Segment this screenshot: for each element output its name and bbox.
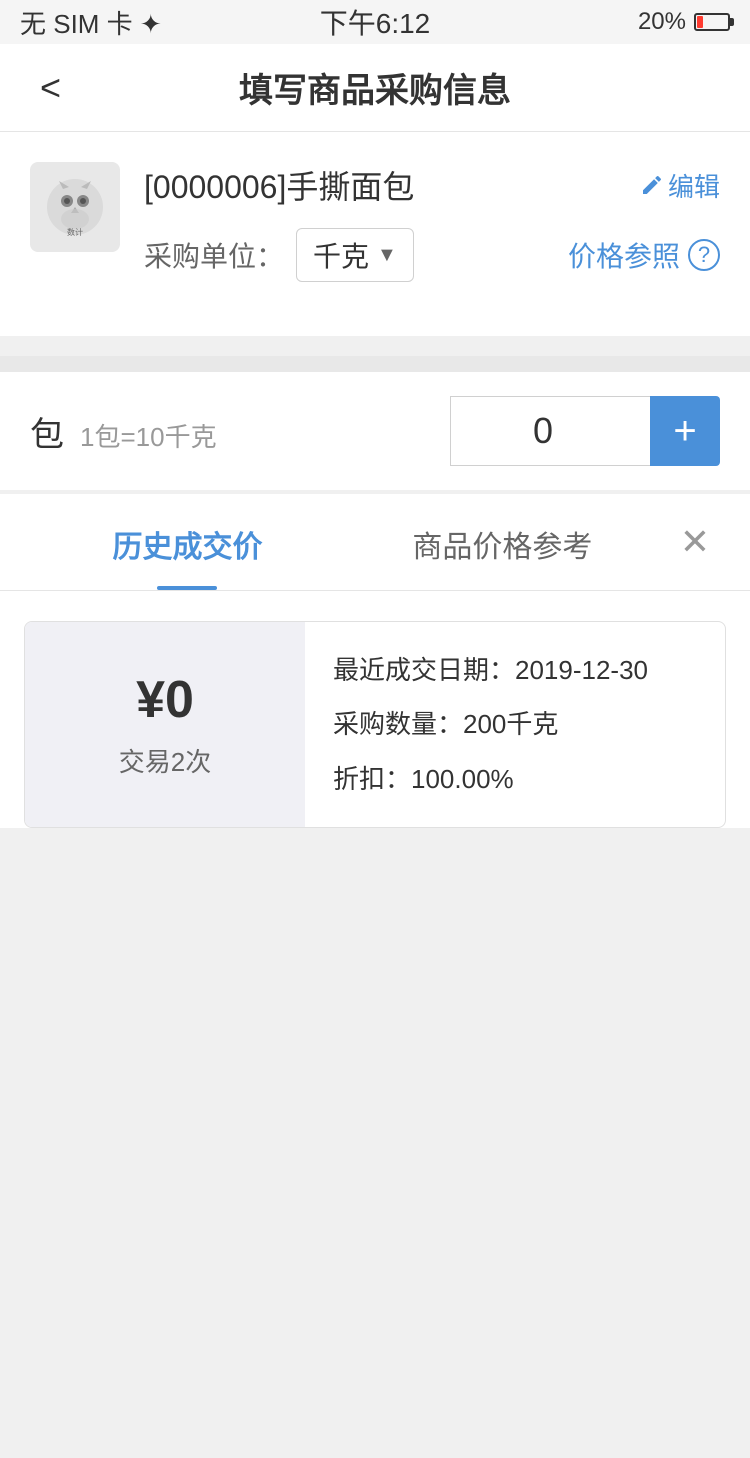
product-header: 数计 [0000006]手撕面包 编辑 采购单位： 千克 ▼ (30, 162, 720, 282)
status-bar: 无 SIM 卡 ✦ 下午6:12 20% (0, 0, 750, 44)
edit-icon (640, 173, 664, 197)
status-signal: 无 SIM 卡 ✦ (20, 4, 162, 41)
unit-display: 包 1包=10千克 (30, 407, 217, 456)
tabs-close-button[interactable]: ✕ (670, 511, 720, 573)
page-title: 填写商品采购信息 (239, 63, 511, 112)
transaction-count: 交易2次 (119, 742, 211, 779)
purchase-qty-row: 采购数量：200千克 (333, 706, 697, 742)
battery-icon (694, 13, 730, 31)
section-divider (0, 356, 750, 372)
unit-conversion: 1包=10千克 (80, 417, 217, 454)
status-right: 20% (638, 8, 730, 36)
purchase-qty-label: 采购数量： (333, 709, 463, 739)
quantity-row: 包 1包=10千克 + (0, 372, 750, 490)
product-name: [0000006]手撕面包 (144, 162, 414, 208)
product-thumbnail: 数计 (30, 162, 120, 252)
transaction-price-block: ¥0 交易2次 (25, 622, 305, 827)
recent-date-row: 最近成交日期：2019-12-30 (333, 652, 697, 688)
quantity-input[interactable] (450, 396, 650, 466)
purchase-qty-value: 200千克 (463, 709, 558, 739)
unit-label: 采购单位： (144, 235, 284, 275)
battery-percent: 20% (638, 8, 686, 36)
edit-button[interactable]: 编辑 (640, 167, 720, 204)
transaction-price: ¥0 (136, 670, 194, 730)
product-info: [0000006]手撕面包 编辑 采购单位： 千克 ▼ 价格 (144, 162, 720, 282)
tabs-panel: 历史成交价 商品价格参考 ✕ ¥0 交易2次 最近成交日期：2019-12-30… (0, 494, 750, 828)
discount-row: 折扣：100.00% (333, 761, 697, 797)
help-icon: ? (688, 239, 720, 271)
product-name-row: [0000006]手撕面包 编辑 (144, 162, 720, 208)
product-card: 数计 [0000006]手撕面包 编辑 采购单位： 千克 ▼ (0, 132, 750, 336)
back-button[interactable]: < (30, 57, 71, 119)
transaction-details: 最近成交日期：2019-12-30 采购数量：200千克 折扣：100.00% (305, 622, 725, 827)
main-content (0, 858, 750, 1458)
tab-history-price[interactable]: 历史成交价 (30, 494, 345, 590)
unit-dropdown-arrow: ▼ (377, 244, 397, 267)
svg-text:数计: 数计 (67, 227, 83, 237)
discount-label: 折扣： (333, 764, 411, 794)
unit-value: 千克 (313, 235, 369, 275)
recent-date-label: 最近成交日期： (333, 655, 515, 685)
price-reference-button[interactable]: 价格参照 ? (568, 235, 720, 275)
unit-character: 包 (30, 407, 64, 456)
unit-row: 采购单位： 千克 ▼ 价格参照 ? (144, 228, 720, 282)
tabs-header: 历史成交价 商品价格参考 ✕ (0, 494, 750, 591)
tab-price-reference[interactable]: 商品价格参考 (345, 494, 660, 590)
recent-date-value: 2019-12-30 (515, 655, 648, 685)
status-time: 下午6:12 (320, 2, 431, 42)
quantity-plus-button[interactable]: + (650, 396, 720, 466)
product-logo-icon: 数计 (45, 177, 105, 237)
unit-select[interactable]: 千克 ▼ (296, 228, 414, 282)
nav-bar: < 填写商品采购信息 (0, 44, 750, 132)
discount-value: 100.00% (411, 764, 514, 794)
quantity-input-row: + (450, 396, 720, 466)
transaction-card: ¥0 交易2次 最近成交日期：2019-12-30 采购数量：200千克 折扣：… (24, 621, 726, 828)
